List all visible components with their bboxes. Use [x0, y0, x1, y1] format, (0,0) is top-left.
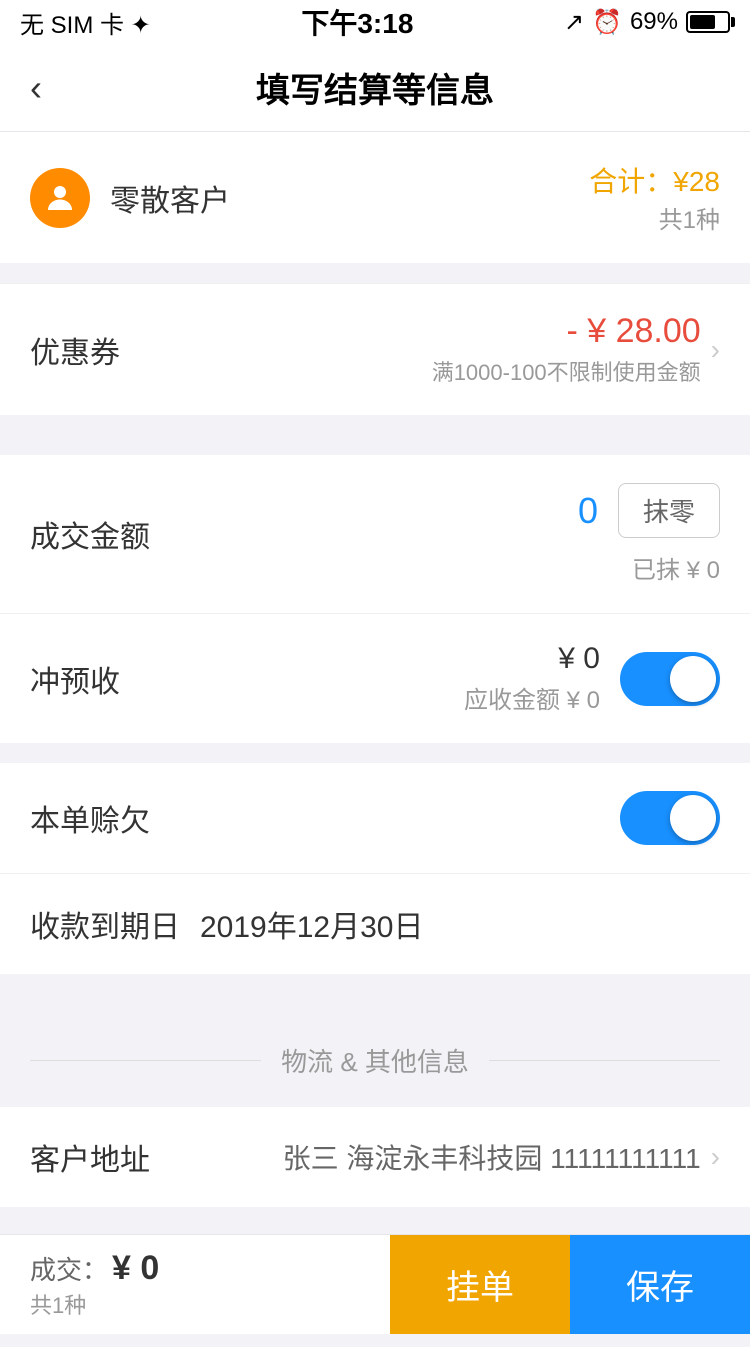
- status-right: ↗ ⏰ 69%: [564, 8, 730, 37]
- address-section[interactable]: 客户地址 张三 海淀永丰科技园 11111111111 ›: [0, 1107, 750, 1207]
- bottom-bar: 成交： ¥ 0 共1种 挂单 保存: [0, 1234, 750, 1334]
- prepay-toggle[interactable]: [620, 652, 720, 706]
- coupon-right: - ¥ 28.00 满1000-100不限制使用金额 ›: [432, 312, 720, 387]
- amount-label: 成交金额: [30, 512, 150, 556]
- prepay-row: 冲预收 ¥ 0 应收金额 ¥ 0: [0, 614, 750, 743]
- battery-fill: [690, 15, 715, 29]
- customer-left: 零散客户: [30, 168, 230, 228]
- address-row[interactable]: 客户地址 张三 海淀永丰科技园 11111111111 ›: [0, 1107, 750, 1207]
- coupon-desc: 满1000-100不限制使用金额: [432, 355, 701, 387]
- coupon-amount: - ¥ 28.00: [432, 312, 701, 351]
- sim-label: 无 SIM 卡 ✦: [20, 5, 151, 40]
- nav-title: 填写结算等信息: [256, 63, 494, 112]
- user-icon: [42, 180, 78, 216]
- chevron-right-icon: ›: [711, 334, 720, 366]
- address-value: 张三 海淀永丰科技园 11111111111: [283, 1137, 701, 1177]
- debt-label: 本单赊欠: [30, 796, 150, 840]
- bottom-count: 共1种: [30, 1288, 360, 1320]
- avatar: [30, 168, 90, 228]
- amount-section: 成交金额 0 抹零 已抹 ¥ 0 冲预收 ¥ 0 应收金额 ¥ 0: [0, 455, 750, 743]
- prepay-label: 冲预收: [30, 657, 120, 701]
- alarm-icon: ⏰: [592, 8, 622, 37]
- coupon-label: 优惠券: [30, 328, 120, 372]
- battery-icon: [686, 11, 730, 33]
- toggle-knob: [670, 656, 716, 702]
- debt-toggle[interactable]: [620, 791, 720, 845]
- coupon-info: - ¥ 28.00 满1000-100不限制使用金额: [432, 312, 701, 387]
- address-label: 客户地址: [30, 1135, 150, 1179]
- prepay-info: ¥ 0 应收金额 ¥ 0: [464, 642, 600, 715]
- nav-bar: ‹ 填写结算等信息: [0, 44, 750, 132]
- customer-name: 零散客户: [110, 176, 230, 220]
- amount-right-group: 0 抹零 已抹 ¥ 0: [578, 483, 720, 585]
- duedate-row: 收款到期日 2019年12月30日: [0, 873, 750, 974]
- duedate-label: 收款到期日: [30, 902, 180, 946]
- status-time: 下午3:18: [301, 2, 413, 42]
- bottom-deal-row: 成交： ¥ 0: [30, 1249, 360, 1288]
- customer-right: 合计：¥28 共1种: [589, 160, 720, 235]
- debt-row: 本单赊欠: [0, 763, 750, 873]
- coupon-row[interactable]: 优惠券 - ¥ 28.00 满1000-100不限制使用金额 ›: [0, 283, 750, 415]
- address-chevron-icon: ›: [711, 1141, 720, 1173]
- amount-sub: 已抹 ¥ 0: [632, 550, 720, 585]
- prepay-right: ¥ 0 应收金额 ¥ 0: [464, 642, 720, 715]
- debt-section: 本单赊欠 收款到期日 2019年12月30日: [0, 763, 750, 974]
- debt-toggle-knob: [670, 795, 716, 841]
- prepay-sub: 应收金额 ¥ 0: [464, 680, 600, 715]
- hold-button[interactable]: 挂单: [390, 1235, 570, 1334]
- divider-2: [0, 743, 750, 763]
- logistics-label: 物流 & 其他信息: [281, 1042, 469, 1079]
- address-right: 张三 海淀永丰科技园 11111111111 ›: [263, 1137, 720, 1177]
- back-button[interactable]: ‹: [30, 67, 42, 109]
- location-icon: ↗: [564, 8, 584, 37]
- round-button[interactable]: 抹零: [618, 483, 720, 538]
- status-bar: 无 SIM 卡 ✦ 下午3:18 ↗ ⏰ 69%: [0, 0, 750, 44]
- divider-1: [0, 435, 750, 455]
- logistics-header: 物流 & 其他信息: [0, 1014, 750, 1107]
- amount-right: 0 抹零: [578, 483, 720, 538]
- prepay-amount: ¥ 0: [464, 642, 600, 676]
- customer-section: 零散客户 合计：¥28 共1种: [0, 132, 750, 263]
- total-label: 合计：¥28: [589, 160, 720, 200]
- bottom-info: 成交： ¥ 0 共1种: [0, 1249, 390, 1320]
- amount-value: 0: [578, 490, 598, 532]
- save-button[interactable]: 保存: [570, 1235, 750, 1334]
- battery-label: 69%: [630, 8, 678, 36]
- duedate-value: 2019年12月30日: [200, 902, 423, 946]
- count-label: 共1种: [589, 200, 720, 235]
- bottom-deal-label: 成交：: [30, 1250, 108, 1287]
- divider-3: [0, 994, 750, 1014]
- coupon-section[interactable]: 优惠券 - ¥ 28.00 满1000-100不限制使用金额 ›: [0, 283, 750, 415]
- amount-row: 成交金额 0 抹零 已抹 ¥ 0: [0, 455, 750, 614]
- bottom-deal-amount: ¥ 0: [112, 1249, 159, 1288]
- status-left: 无 SIM 卡 ✦: [20, 5, 151, 40]
